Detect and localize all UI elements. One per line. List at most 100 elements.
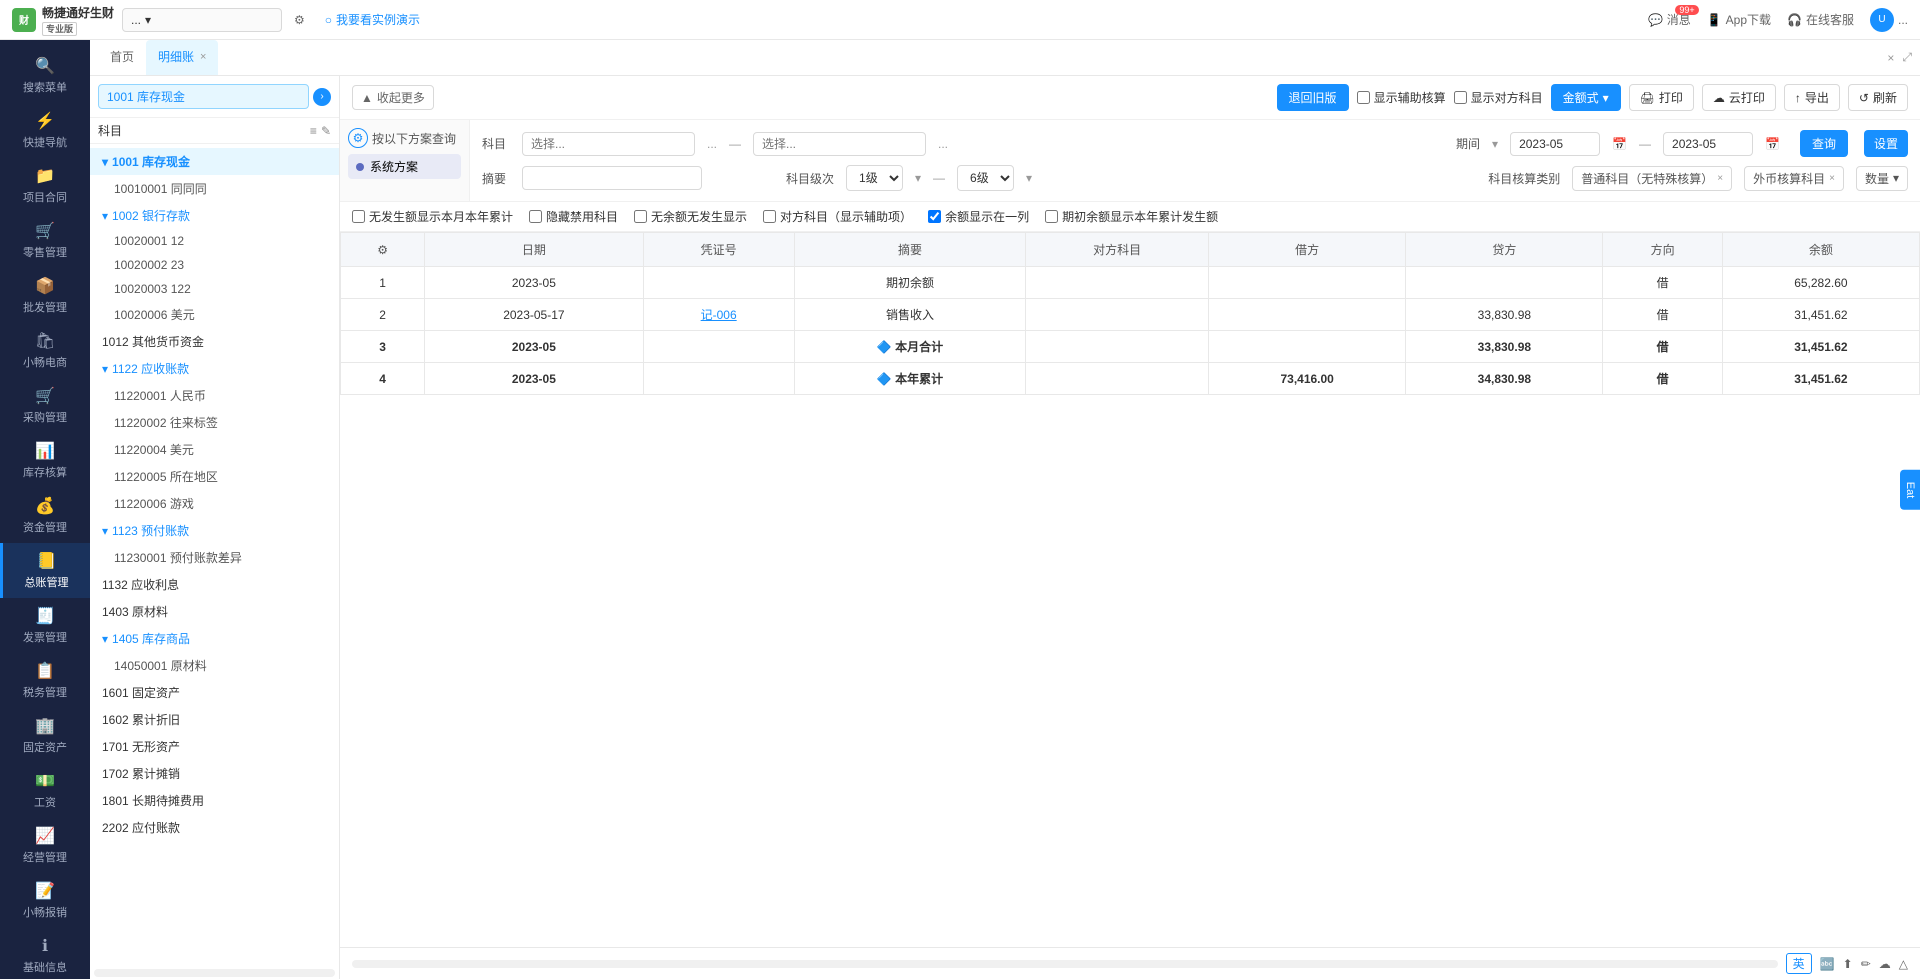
option-no-balance[interactable]: 无余额无发生显示 — [634, 208, 747, 225]
sidebar-item-search[interactable]: 🔍 搜索菜单 — [0, 48, 90, 103]
tree-item-10010001[interactable]: 10010001 同同同 — [90, 175, 339, 202]
tree-item-1012[interactable]: 1012 其他货币资金 — [90, 328, 339, 355]
tree-scrollbar[interactable] — [94, 969, 335, 977]
option-period-balance[interactable]: 期初余额显示本年累计发生额 — [1045, 208, 1218, 225]
sidebar-item-tax[interactable]: 📋 税务管理 — [0, 653, 90, 708]
demo-link[interactable]: ○ 我要看实例演示 — [317, 7, 428, 32]
level-end-select[interactable]: 6级5级4级 — [957, 165, 1014, 191]
bottom-icon-1[interactable]: 🔤 — [1820, 957, 1835, 971]
summary-input[interactable] — [522, 166, 702, 190]
cb-no-amount[interactable] — [352, 210, 365, 223]
option-balance-one-col[interactable]: 余额显示在一列 — [928, 208, 1029, 225]
tree-item-1002[interactable]: ▾ 1002 银行存款 — [90, 202, 339, 229]
sidebar-item-operations[interactable]: 📈 经营管理 — [0, 818, 90, 873]
cb-contra[interactable] — [763, 210, 776, 223]
tree-item-14050001[interactable]: 14050001 原材料 — [90, 652, 339, 679]
notification-btn[interactable]: 💬 消息 99+ — [1648, 11, 1690, 28]
cb-no-balance[interactable] — [634, 210, 647, 223]
period-cal-icon[interactable]: 📅 — [1612, 137, 1627, 151]
sidebar-item-project[interactable]: 📁 项目合同 — [0, 158, 90, 213]
tree-item-1801[interactable]: 1801 长期待摊费用 — [90, 787, 339, 814]
sidebar-item-finance[interactable]: 💰 资金管理 — [0, 488, 90, 543]
sidebar-item-inventory[interactable]: 📊 库存核算 — [0, 433, 90, 488]
sidebar-item-basic[interactable]: ℹ 基础信息 — [0, 928, 90, 979]
voucher-link-2[interactable]: 记-006 — [701, 308, 737, 322]
bottom-icon-5[interactable]: △ — [1899, 957, 1908, 971]
tree-item-1405[interactable]: ▾ 1405 库存商品 — [90, 625, 339, 652]
sidebar-item-retail[interactable]: 🛒 零售管理 — [0, 213, 90, 268]
tree-add-icon[interactable]: ✎ — [321, 124, 331, 138]
tree-item-1122[interactable]: ▾ 1122 应收账款 — [90, 355, 339, 382]
tab-close-all-icon[interactable]: × — [1887, 51, 1894, 65]
filter-collapse-btn[interactable]: ▲ 收起更多 — [352, 85, 434, 110]
company-selector[interactable]: ... ▾ — [122, 8, 282, 32]
tree-item-11220005[interactable]: 11220005 所在地区 — [90, 463, 339, 490]
level-start-select[interactable]: 1级2级3级 — [846, 165, 903, 191]
tab-close-icon[interactable]: × — [200, 51, 206, 63]
settings-icon-btn[interactable]: ⚙ — [290, 9, 309, 31]
settings-panel-btn[interactable]: 设置 — [1864, 130, 1908, 157]
kemu-end-input[interactable] — [753, 132, 926, 156]
user-profile[interactable]: U ... — [1870, 8, 1908, 32]
online-service-btn[interactable]: 🎧 在线客服 — [1787, 11, 1854, 28]
sidebar-item-quick-nav[interactable]: ⚡ 快捷导航 — [0, 103, 90, 158]
tab-detail[interactable]: 明细账 × — [146, 40, 218, 75]
tag-dropdown-3[interactable]: ▾ — [1893, 171, 1899, 185]
sidebar-item-invoice[interactable]: 🧾 发票管理 — [0, 598, 90, 653]
tree-item-2202[interactable]: 2202 应付账款 — [90, 814, 339, 841]
horizontal-scrollbar[interactable] — [352, 960, 1778, 968]
show-contra-checkbox[interactable] — [1454, 91, 1467, 104]
tree-item-11220006[interactable]: 11220006 游戏 — [90, 490, 339, 517]
tree-item-10020006[interactable]: 10020006 美元 — [90, 301, 339, 328]
nav-arrow-btn[interactable]: › — [313, 88, 331, 106]
print-btn[interactable]: 🖨 打印 — [1629, 84, 1694, 111]
tree-list-icon[interactable]: ≡ — [310, 124, 317, 138]
tree-item-1602[interactable]: 1602 累计折旧 — [90, 706, 339, 733]
tree-item-11220001[interactable]: 11220001 人民币 — [90, 382, 339, 409]
lang-switch-btn[interactable]: 英 — [1786, 953, 1812, 974]
show-auxiliary-check[interactable]: 显示辅助核算 — [1357, 89, 1446, 106]
cb-period-balance[interactable] — [1045, 210, 1058, 223]
cloud-print-btn[interactable]: ☁ 云打印 — [1702, 84, 1776, 111]
option-no-amount[interactable]: 无发生额显示本月本年累计 — [352, 208, 513, 225]
tree-item-11220002[interactable]: 11220002 往来标签 — [90, 409, 339, 436]
sidebar-item-xc-sales[interactable]: 📝 小畅报销 — [0, 873, 90, 928]
bottom-icon-3[interactable]: ✏ — [1861, 957, 1871, 971]
tree-item-10020003[interactable]: 10020003 122 — [90, 277, 339, 301]
option-contra[interactable]: 对方科目（显示辅助项） — [763, 208, 912, 225]
tag-close-2[interactable]: × — [1829, 173, 1835, 184]
scheme-item[interactable]: 系统方案 — [348, 154, 461, 179]
format-btn[interactable]: 金额式 ▾ — [1551, 84, 1621, 111]
bottom-icon-2[interactable]: ⬆ — [1843, 957, 1853, 971]
tree-item-1601[interactable]: 1601 固定资产 — [90, 679, 339, 706]
filter-config-icon[interactable]: ⚙ — [348, 128, 368, 148]
export-btn[interactable]: ↑ 导出 — [1784, 84, 1840, 111]
tree-item-1132[interactable]: 1132 应收利息 — [90, 571, 339, 598]
app-download-btn[interactable]: 📱 App下载 — [1707, 11, 1771, 28]
kemu-input[interactable] — [522, 132, 695, 156]
query-btn[interactable]: 查询 — [1800, 130, 1848, 157]
right-side-tab[interactable]: Eat — [1900, 469, 1920, 510]
tree-item-1702[interactable]: 1702 累计摊销 — [90, 760, 339, 787]
tree-item-11230001[interactable]: 11230001 预付账款差异 — [90, 544, 339, 571]
tag-close-1[interactable]: × — [1717, 173, 1723, 184]
show-contra-check[interactable]: 显示对方科目 — [1454, 89, 1543, 106]
sidebar-item-ecommerce[interactable]: 🛍 小畅电商 — [0, 323, 90, 378]
tree-item-10020002[interactable]: 10020002 23 — [90, 253, 339, 277]
period-end-cal-icon[interactable]: 📅 — [1765, 137, 1780, 151]
option-hide-disabled[interactable]: 隐藏禁用科目 — [529, 208, 618, 225]
period-start-input[interactable] — [1510, 132, 1600, 156]
tab-home[interactable]: 首页 — [98, 40, 146, 75]
period-end-input[interactable] — [1663, 132, 1753, 156]
tree-item-1123[interactable]: ▾ 1123 预付账款 — [90, 517, 339, 544]
cb-hide-disabled[interactable] — [529, 210, 542, 223]
tree-item-1403[interactable]: 1403 原材料 — [90, 598, 339, 625]
show-auxiliary-checkbox[interactable] — [1357, 91, 1370, 104]
sidebar-item-accounting[interactable]: 📒 总账管理 — [0, 543, 90, 598]
sidebar-item-wholesale[interactable]: 📦 批发管理 — [0, 268, 90, 323]
tree-item-1701[interactable]: 1701 无形资产 — [90, 733, 339, 760]
sidebar-item-assets[interactable]: 🏢 固定资产 — [0, 708, 90, 763]
tree-item-10020001[interactable]: 10020001 12 — [90, 229, 339, 253]
bottom-icon-4[interactable]: ☁ — [1879, 957, 1891, 971]
tree-item-11220004[interactable]: 11220004 美元 — [90, 436, 339, 463]
